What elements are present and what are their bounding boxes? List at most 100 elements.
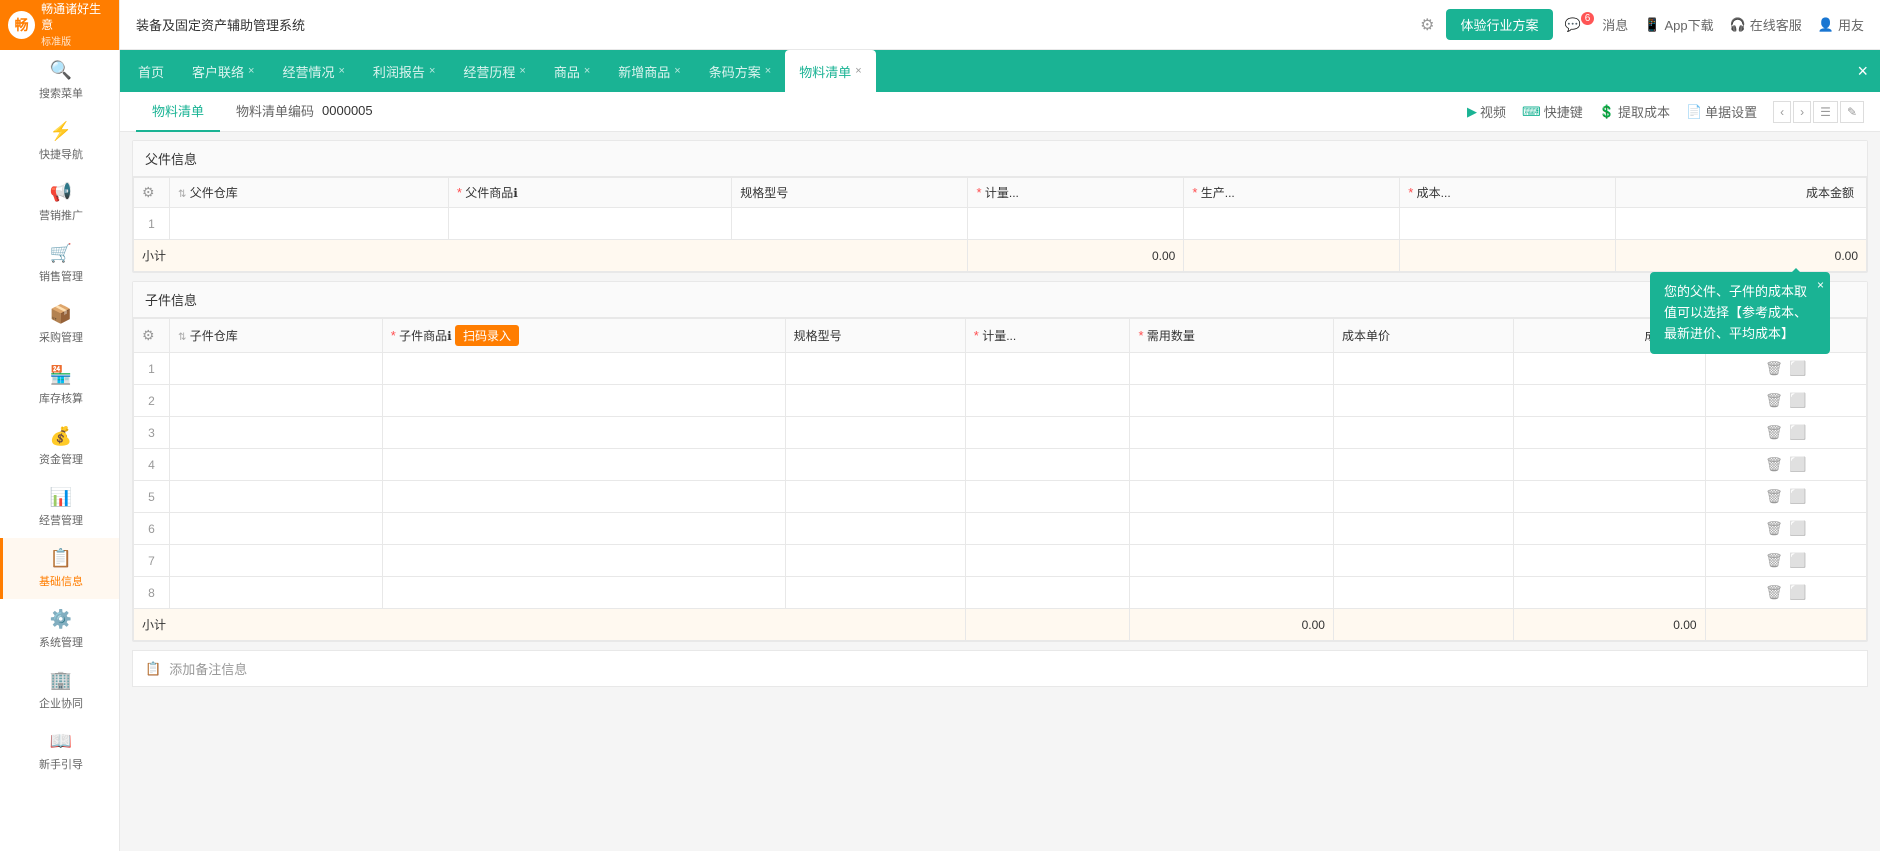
child-cell-qty-4[interactable]: [1130, 449, 1334, 481]
gear-icon[interactable]: ⚙: [142, 184, 155, 200]
child-cell-spec-4[interactable]: [785, 449, 965, 481]
child-cell-qty-8[interactable]: [1130, 577, 1334, 609]
gear-icon[interactable]: ⚙: [1420, 15, 1434, 35]
child-cell-unit-6[interactable]: [965, 513, 1130, 545]
child-cell-spec-2[interactable]: [785, 385, 965, 417]
child-cell-amount-2[interactable]: [1514, 385, 1705, 417]
sidebar-item-purchase[interactable]: 📦 采购管理: [0, 294, 119, 355]
sidebar-item-operation[interactable]: 📊 经营管理: [0, 477, 119, 538]
next-arrow[interactable]: ›: [1793, 101, 1811, 123]
child-cell-qty-1[interactable]: [1130, 353, 1334, 385]
child-cell-amount-1[interactable]: [1514, 353, 1705, 385]
copy-icon-8[interactable]: ⬜: [1789, 584, 1806, 601]
parent-cell-production-1[interactable]: [1184, 208, 1400, 240]
child-cell-unit-1[interactable]: [965, 353, 1130, 385]
child-cell-warehouse-4[interactable]: [170, 449, 383, 481]
message-item[interactable]: 💬 6 消息: [1565, 15, 1629, 34]
child-cell-unitcost-3[interactable]: [1333, 417, 1513, 449]
child-col-gear[interactable]: ⚙: [134, 319, 170, 353]
copy-icon-4[interactable]: ⬜: [1789, 456, 1806, 473]
tab-close-icon[interactable]: ×: [429, 65, 435, 77]
tab-经营情况[interactable]: 经营情况×: [268, 50, 358, 92]
child-cell-warehouse-3[interactable]: [170, 417, 383, 449]
child-cell-unitcost-2[interactable]: [1333, 385, 1513, 417]
copy-icon-7[interactable]: ⬜: [1789, 552, 1806, 569]
delete-icon-4[interactable]: 🗑: [1765, 456, 1783, 473]
delete-icon-8[interactable]: 🗑: [1765, 584, 1783, 601]
child-cell-qty-3[interactable]: [1130, 417, 1334, 449]
sidebar-item-sales[interactable]: 🛒 销售管理: [0, 233, 119, 294]
sidebar-item-finance[interactable]: 💰 资金管理: [0, 416, 119, 477]
child-cell-unit-3[interactable]: [965, 417, 1130, 449]
child-cell-product-6[interactable]: [382, 513, 785, 545]
child-cell-product-3[interactable]: [382, 417, 785, 449]
child-cell-unitcost-1[interactable]: [1333, 353, 1513, 385]
parent-cell-cost-1[interactable]: [1400, 208, 1616, 240]
user-item[interactable]: 👤 用友: [1818, 15, 1864, 34]
tooltip-close-button[interactable]: ×: [1817, 276, 1824, 295]
child-cell-unitcost-4[interactable]: [1333, 449, 1513, 481]
child-cell-amount-8[interactable]: [1514, 577, 1705, 609]
tab-close-icon[interactable]: ×: [765, 65, 771, 77]
settings-icon[interactable]: ⚙: [142, 327, 155, 343]
child-cell-spec-6[interactable]: [785, 513, 965, 545]
child-cell-spec-1[interactable]: [785, 353, 965, 385]
delete-icon-6[interactable]: 🗑: [1765, 520, 1783, 537]
child-cell-product-2[interactable]: [382, 385, 785, 417]
tab-物料清单[interactable]: 物料清单×: [785, 50, 875, 92]
child-cell-unitcost-5[interactable]: [1333, 481, 1513, 513]
child-cell-unitcost-8[interactable]: [1333, 577, 1513, 609]
child-cell-qty-5[interactable]: [1130, 481, 1334, 513]
subtab-bill-list[interactable]: 物料清单: [136, 92, 220, 132]
child-cell-unit-4[interactable]: [965, 449, 1130, 481]
copy-icon-1[interactable]: ⬜: [1789, 360, 1806, 377]
sidebar-item-search[interactable]: 🔍 搜索菜单: [0, 50, 119, 111]
tab-close-icon[interactable]: ×: [674, 65, 680, 77]
parent-cell-spec-1[interactable]: [732, 208, 968, 240]
shortcut-action[interactable]: ⌨ 快捷键: [1522, 102, 1583, 121]
parent-cell-warehouse-1[interactable]: [170, 208, 449, 240]
menu-icon[interactable]: ☰: [1813, 101, 1838, 123]
copy-icon-6[interactable]: ⬜: [1789, 520, 1806, 537]
child-cell-amount-6[interactable]: [1514, 513, 1705, 545]
delete-icon-2[interactable]: 🗑: [1765, 392, 1783, 409]
note-label[interactable]: 添加备注信息: [169, 659, 247, 678]
sidebar-item-inventory[interactable]: 🏪 库存核算: [0, 355, 119, 416]
child-cell-warehouse-5[interactable]: [170, 481, 383, 513]
child-cell-amount-4[interactable]: [1514, 449, 1705, 481]
child-cell-amount-7[interactable]: [1514, 545, 1705, 577]
tab-close-icon[interactable]: ×: [519, 65, 525, 77]
child-cell-warehouse-6[interactable]: [170, 513, 383, 545]
child-cell-unit-8[interactable]: [965, 577, 1130, 609]
video-action[interactable]: ▶ 视频: [1467, 102, 1506, 121]
tab-close-icon[interactable]: ×: [584, 65, 590, 77]
tab-首页[interactable]: 首页: [124, 50, 178, 92]
child-cell-unit-2[interactable]: [965, 385, 1130, 417]
sidebar-item-guide[interactable]: 📖 新手引导: [0, 721, 119, 782]
tab-条码方案[interactable]: 条码方案×: [695, 50, 785, 92]
tab-新增商品[interactable]: 新增商品×: [604, 50, 694, 92]
tab-close-icon[interactable]: ×: [855, 65, 861, 77]
child-cell-unitcost-7[interactable]: [1333, 545, 1513, 577]
delete-icon-5[interactable]: 🗑: [1765, 488, 1783, 505]
child-cell-spec-7[interactable]: [785, 545, 965, 577]
child-cell-unitcost-6[interactable]: [1333, 513, 1513, 545]
tab-利润报告[interactable]: 利润报告×: [359, 50, 449, 92]
sidebar-item-enterprise[interactable]: 🏢 企业协同: [0, 660, 119, 721]
child-cell-unit-7[interactable]: [965, 545, 1130, 577]
child-cell-qty-6[interactable]: [1130, 513, 1334, 545]
tab-商品[interactable]: 商品×: [540, 50, 604, 92]
tabbar-close-all[interactable]: ×: [1849, 61, 1876, 82]
parent-cell-unit-1[interactable]: [968, 208, 1184, 240]
child-cell-warehouse-2[interactable]: [170, 385, 383, 417]
delete-icon-1[interactable]: 🗑: [1765, 360, 1783, 377]
sidebar-item-basic-info[interactable]: 📋 基础信息: [0, 538, 119, 599]
tab-close-icon[interactable]: ×: [338, 65, 344, 77]
delete-icon-3[interactable]: 🗑: [1765, 424, 1783, 441]
copy-icon-2[interactable]: ⬜: [1789, 392, 1806, 409]
edit-icon[interactable]: ✎: [1840, 101, 1864, 123]
child-cell-warehouse-7[interactable]: [170, 545, 383, 577]
child-cell-product-4[interactable]: [382, 449, 785, 481]
settings-action[interactable]: 📄 单据设置: [1686, 102, 1757, 121]
child-cell-product-1[interactable]: [382, 353, 785, 385]
